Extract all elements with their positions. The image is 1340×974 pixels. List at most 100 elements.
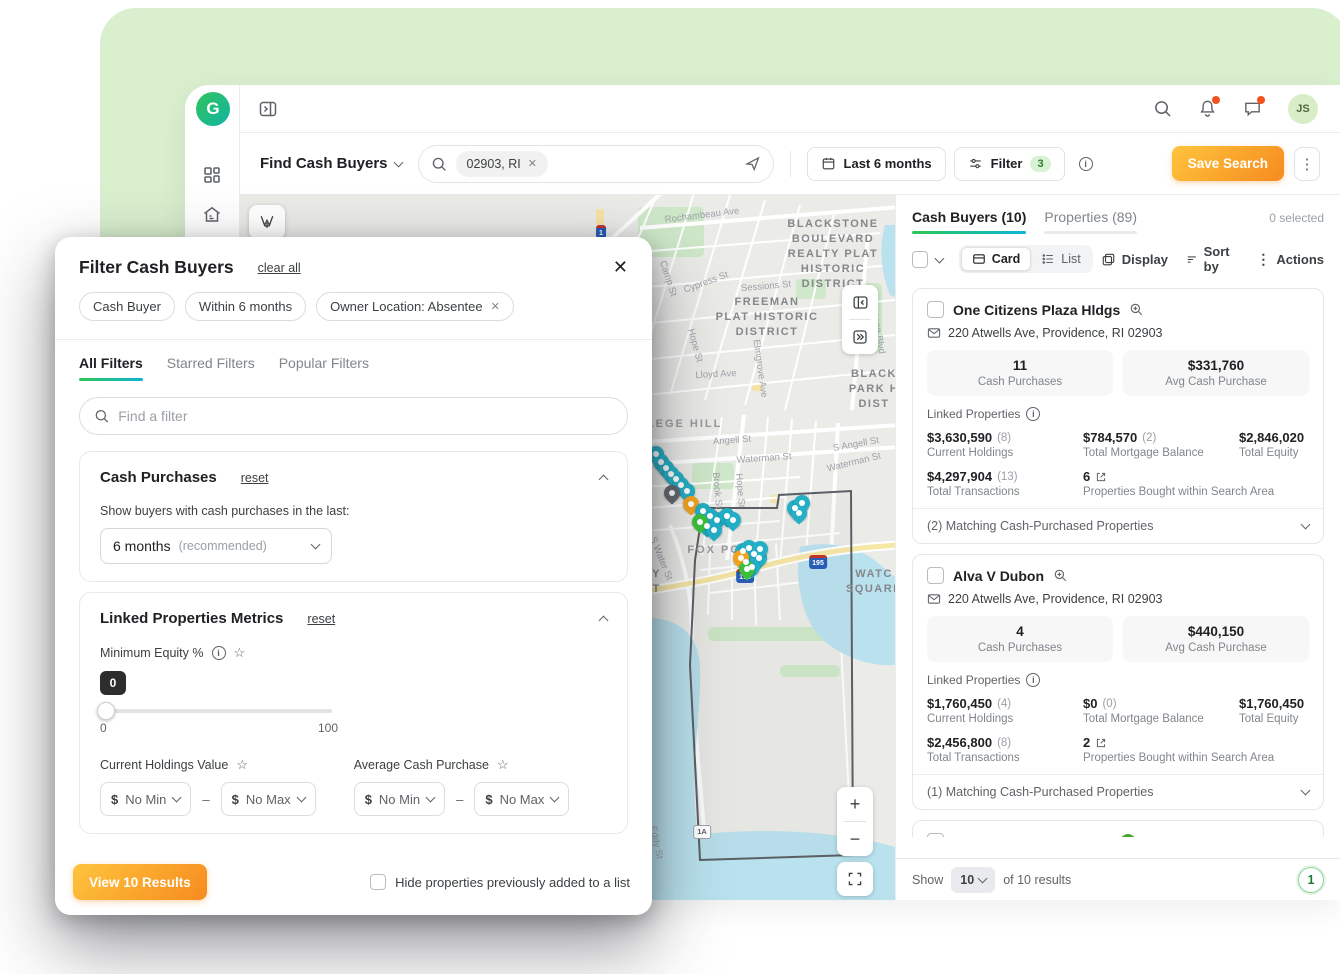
display-button[interactable]: Display (1101, 252, 1168, 267)
matching-properties-toggle[interactable]: (2) Matching Cash-Purchased Properties (913, 508, 1323, 543)
currency: $ (485, 791, 493, 807)
matching-properties-toggle[interactable]: (1) Matching Cash-Purchased Properties (913, 774, 1323, 809)
holdings-min-select[interactable]: $ No Min (100, 782, 192, 816)
info-icon[interactable] (1026, 407, 1041, 421)
buyer-card[interactable]: One Citizens Plaza Hldgs 220 Atwells Ave… (912, 288, 1324, 544)
hide-properties-checkbox[interactable] (370, 874, 387, 890)
actions-button[interactable]: ⋮ Actions (1256, 251, 1324, 268)
filter-search-input[interactable] (118, 408, 613, 424)
buyer-address: 220 Atwells Ave, Providence, RI 02903 (948, 326, 1163, 340)
page-size-select[interactable]: 10 (951, 866, 996, 893)
close-icon[interactable] (613, 257, 628, 278)
card-checkbox[interactable] (927, 833, 944, 837)
filter-sliders-icon (969, 158, 981, 169)
buyer-card[interactable]: Alva V Dubon 220 Atwells Ave, Providence… (912, 554, 1324, 810)
external-link-icon[interactable] (1095, 471, 1107, 483)
tab-popular-filters[interactable]: Popular Filters (279, 355, 369, 381)
location-chip[interactable]: 02903, RI ✕ (455, 150, 548, 177)
zoom-to-icon[interactable] (1053, 568, 1068, 583)
list-view-button[interactable]: List (1031, 247, 1090, 271)
tab-cash-buyers-label: Cash Buyers (10) (912, 209, 1027, 225)
app-logo[interactable]: G (196, 92, 230, 126)
remove-location-icon[interactable]: ✕ (528, 157, 537, 170)
info-icon[interactable] (1026, 673, 1041, 687)
sidebar-item-dashboard[interactable] (202, 165, 222, 190)
collapse-panel-button[interactable] (258, 99, 278, 119)
chevron-down-icon (425, 792, 436, 803)
tab-starred-filters[interactable]: Starred Filters (167, 355, 255, 381)
tab-cash-buyers[interactable]: Cash Buyers (10) (912, 209, 1027, 234)
info-icon[interactable] (211, 646, 226, 660)
more-options-button[interactable] (1294, 146, 1320, 181)
location-search-input[interactable]: 02903, RI ✕ (417, 144, 774, 183)
remove-chip-icon[interactable]: ✕ (491, 300, 500, 313)
slider-handle[interactable] (97, 702, 115, 720)
label-text: Average Cash Purchase (353, 758, 489, 772)
clear-all-link[interactable]: clear all (258, 261, 301, 275)
page-number[interactable]: 1 (1298, 866, 1324, 893)
zoom-to-icon[interactable] (1129, 302, 1144, 317)
search-button[interactable] (1153, 99, 1172, 118)
map-pin[interactable] (664, 485, 680, 501)
tab-label: Popular Filters (278, 355, 369, 371)
zoom-out-button[interactable]: − (837, 822, 873, 856)
buyer-name: 157 Waterman St Assoc (953, 834, 1111, 838)
chevron-down-icon[interactable] (934, 253, 945, 263)
filter-search[interactable] (79, 397, 628, 435)
star-icon[interactable] (234, 645, 246, 661)
hide-properties-checkbox-row[interactable]: Hide properties previously added to a li… (370, 874, 630, 890)
collapse-section-icon[interactable] (598, 615, 609, 626)
cash-purchase-period-select[interactable]: 6 months (recommended) (100, 528, 332, 564)
view-results-button[interactable]: View 10 Results (73, 864, 207, 900)
avatar[interactable]: JS (1288, 93, 1318, 124)
fullscreen-button[interactable] (837, 862, 873, 896)
holdings-max-select[interactable]: $ No Max (220, 782, 316, 816)
reset-link[interactable]: reset (241, 471, 269, 485)
results-footer: Show 10 of 10 results 1 (896, 858, 1340, 900)
messages-button[interactable] (1243, 96, 1265, 118)
card-view-button[interactable]: Card (960, 247, 1032, 271)
fullscreen-icon (848, 872, 862, 886)
sidebar-item-properties[interactable] (202, 205, 222, 230)
expand-results-button[interactable] (842, 320, 878, 354)
slider-max: 100 (317, 721, 338, 735)
save-search-button[interactable]: Save Search (1171, 146, 1284, 181)
external-link-icon[interactable] (1095, 737, 1107, 749)
currency: $ (364, 791, 372, 807)
list-badge: ✓ (1119, 833, 1136, 837)
page-title-dropdown[interactable]: Find Cash Buyers (260, 155, 403, 172)
panel-expand-icon (259, 101, 277, 116)
minimum-equity-label: Minimum Equity % (100, 645, 607, 661)
results-tabs: Cash Buyers (10) Properties (89) 0 selec… (896, 195, 1340, 234)
collapse-section-icon[interactable] (598, 474, 609, 485)
sort-by-button[interactable]: Sort by (1186, 244, 1238, 274)
filter-chip[interactable]: Within 6 months (184, 292, 307, 321)
show-label: Show (912, 872, 944, 887)
avg-purchase-max-select[interactable]: $ No Max (474, 782, 570, 816)
info-icon[interactable] (1078, 156, 1093, 171)
buyer-card[interactable]: 157 Waterman St Assoc ✓ (912, 820, 1324, 837)
notifications-button[interactable] (1198, 96, 1220, 118)
star-icon[interactable] (497, 757, 509, 773)
filter-button[interactable]: Filter 3 (953, 146, 1065, 181)
star-icon[interactable] (236, 757, 248, 773)
equity-slider[interactable] (97, 702, 332, 720)
filter-chip[interactable]: Cash Buyer (79, 292, 175, 321)
avg-purchase-min-select[interactable]: $ No Min (353, 782, 446, 816)
tab-all-filters[interactable]: All Filters (79, 355, 143, 381)
select-all-checkbox[interactable] (912, 250, 929, 268)
collapse-results-button[interactable] (842, 285, 878, 319)
reset-link[interactable]: reset (307, 612, 335, 626)
draw-area-button[interactable] (249, 205, 285, 239)
zoom-in-button[interactable]: + (837, 787, 873, 821)
date-range-button[interactable]: Last 6 months (806, 146, 946, 181)
tab-label: All Filters (79, 355, 143, 371)
locate-icon[interactable] (744, 155, 761, 172)
select-value: No Min (125, 791, 167, 807)
tab-properties[interactable]: Properties (89) (1044, 209, 1137, 234)
card-checkbox[interactable] (927, 567, 944, 584)
filter-chip[interactable]: Owner Location: Absentee ✕ (316, 292, 514, 321)
metric: 2 Properties Bought within Search Area (1083, 735, 1275, 764)
card-checkbox[interactable] (927, 301, 944, 318)
inactive-tab-underline (1044, 231, 1137, 234)
